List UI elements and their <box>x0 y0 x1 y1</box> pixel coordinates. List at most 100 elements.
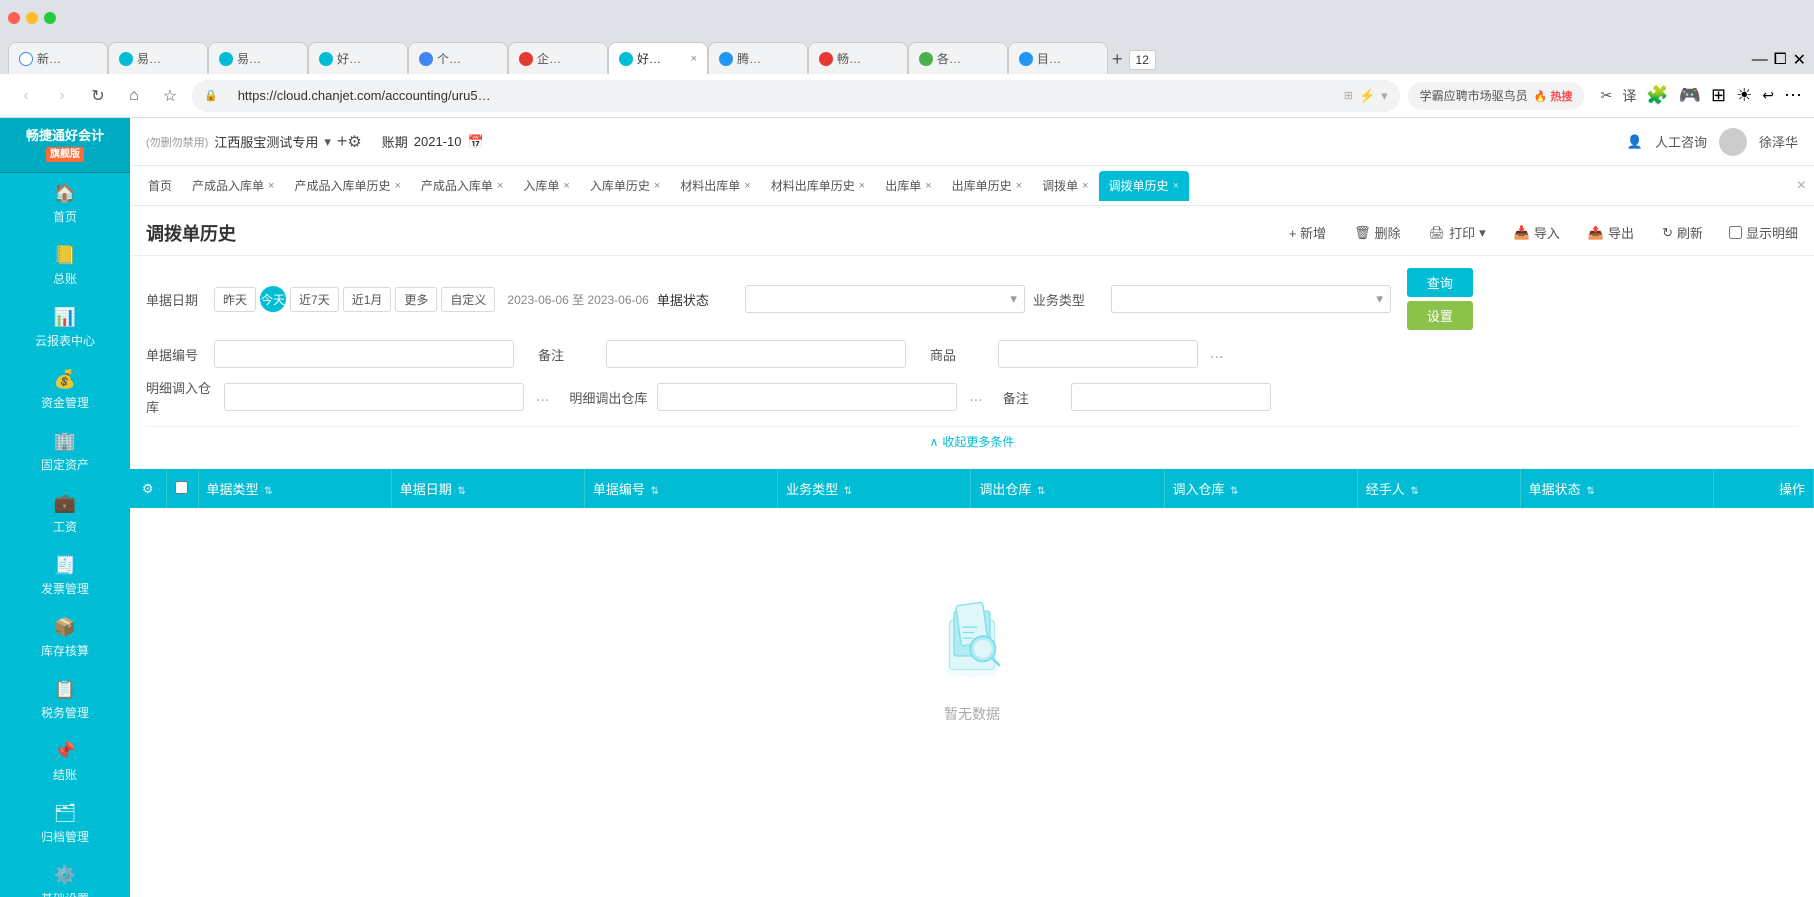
out-warehouse-dots[interactable]: ... <box>969 388 982 406</box>
th-doc-date[interactable]: 单据日期 ⇅ <box>391 469 584 508</box>
tab-count[interactable]: 12 <box>1129 50 1156 70</box>
browser-tab-11[interactable]: 目… <box>1008 42 1108 74</box>
page-tab-9[interactable]: 出库单历史 × <box>942 171 1032 201</box>
back-btn[interactable]: ‹ <box>12 82 40 110</box>
page-tab-8[interactable]: 出库单 × <box>875 171 941 201</box>
browser-tab-8[interactable]: 腾… <box>708 42 808 74</box>
page-tab-5[interactable]: 入库单历史 × <box>580 171 670 201</box>
grid-view-btn[interactable]: ⊞ <box>1711 85 1726 106</box>
browser-tab-6[interactable]: 企… <box>508 42 608 74</box>
add-company-btn[interactable]: + <box>337 131 348 152</box>
extensions-btn[interactable]: 🧩 <box>1646 85 1668 106</box>
sidebar-item-finance[interactable]: 💰 资金管理 <box>0 359 130 421</box>
more-btn[interactable]: ⋯ <box>1784 85 1802 106</box>
browser-tab-2[interactable]: 易… <box>108 42 208 74</box>
scissors-btn[interactable]: ✂ <box>1600 87 1612 104</box>
address-input[interactable] <box>224 81 1338 111</box>
sidebar-item-salary[interactable]: 💼 工资 <box>0 483 130 545</box>
date-1month-btn[interactable]: 近1月 <box>343 287 392 312</box>
browser-tab-1[interactable]: 新… <box>8 42 108 74</box>
win-restore[interactable]: ⧠ <box>1774 51 1787 69</box>
page-tab-2-close[interactable]: × <box>394 180 400 192</box>
undo-btn[interactable]: ↩ <box>1762 87 1774 104</box>
browser-tab-7[interactable]: 好… × <box>608 42 708 74</box>
status-select[interactable] <box>745 285 1025 313</box>
maximize-btn[interactable] <box>44 12 56 24</box>
sidebar-item-home[interactable]: 🏠 首页 <box>0 173 130 235</box>
win-close[interactable]: ✕ <box>1793 50 1806 70</box>
in-warehouse-dots[interactable]: ... <box>536 388 549 406</box>
print-btn[interactable]: 🖨 打印 ▾ <box>1419 218 1496 247</box>
th-in-warehouse[interactable]: 调入仓库 ⇅ <box>1164 469 1357 508</box>
page-tab-8-close[interactable]: × <box>925 180 931 192</box>
page-tab-4[interactable]: 入库单 × <box>513 171 579 201</box>
th-doc-no[interactable]: 单据编号 ⇅ <box>584 469 777 508</box>
page-tab-10-close[interactable]: × <box>1082 180 1088 192</box>
browser-search-box[interactable]: 学霸应聘市场驱鸟员 🔥 热搜 <box>1408 82 1585 110</box>
page-tab-1-close[interactable]: × <box>268 180 274 192</box>
bookmark-btn[interactable]: ☆ <box>156 82 184 110</box>
th-out-warehouse[interactable]: 调出仓库 ⇅ <box>971 469 1164 508</box>
show-fields-checkbox[interactable] <box>1729 226 1742 239</box>
support-label[interactable]: 人工咨询 <box>1655 132 1707 151</box>
page-tab-5-close[interactable]: × <box>654 180 660 192</box>
refresh-btn[interactable]: ↻ 刷新 <box>1652 218 1713 247</box>
goods-input[interactable] <box>998 340 1198 368</box>
page-tab-3[interactable]: 产成品入库单 × <box>411 171 513 201</box>
browser-tab-9[interactable]: 畅… <box>808 42 908 74</box>
sidebar-item-reports[interactable]: 📊 云报表中心 <box>0 297 130 359</box>
page-tab-7-close[interactable]: × <box>859 180 865 192</box>
sidebar-item-archive[interactable]: 🗂 归档管理 <box>0 793 130 855</box>
calendar-icon[interactable]: 📅 <box>467 134 483 150</box>
address-bar-wrap[interactable]: 🔒 ⊞ ⚡ ▾ <box>192 80 1400 112</box>
th-handler[interactable]: 经手人 ⇅ <box>1357 469 1520 508</box>
sidebar-item-closing[interactable]: 📌 结账 <box>0 731 130 793</box>
th-doc-type[interactable]: 单据类型 ⇅ <box>198 469 391 508</box>
page-tab-4-close[interactable]: × <box>563 180 569 192</box>
sidebar-item-invoice[interactable]: 🧾 发票管理 <box>0 545 130 607</box>
sidebar-item-tax[interactable]: 📋 税务管理 <box>0 669 130 731</box>
setting-btn[interactable]: 设置 <box>1407 301 1473 330</box>
import-btn[interactable]: 📥 导入 <box>1504 218 1570 247</box>
docno-input[interactable] <box>214 340 514 368</box>
translate-btn[interactable]: 译 <box>1622 86 1636 106</box>
query-btn[interactable]: 查询 <box>1407 268 1473 297</box>
remark2-input[interactable] <box>1071 383 1271 411</box>
export-btn[interactable]: 📤 导出 <box>1578 218 1644 247</box>
win-minimize[interactable]: — <box>1752 51 1768 69</box>
minimize-btn[interactable] <box>26 12 38 24</box>
page-tab-6-close[interactable]: × <box>744 180 750 192</box>
date-7days-btn[interactable]: 近7天 <box>290 287 339 312</box>
close-btn[interactable] <box>8 12 20 24</box>
sidebar-item-settings[interactable]: ⚙️ 基础设置 <box>0 855 130 897</box>
th-doc-status[interactable]: 单据状态 ⇅ <box>1520 469 1713 508</box>
forward-btn[interactable]: › <box>48 82 76 110</box>
new-btn[interactable]: + 新增 <box>1279 218 1336 247</box>
home-btn[interactable]: ⌂ <box>120 82 148 110</box>
page-tab-10[interactable]: 调拨单 × <box>1032 171 1098 201</box>
close-all-tabs-btn[interactable]: × <box>1797 177 1806 195</box>
date-custom-btn[interactable]: 自定义 <box>441 287 495 312</box>
sidebar-item-ledger[interactable]: 📒 总账 <box>0 235 130 297</box>
browser-tab-3[interactable]: 易… <box>208 42 308 74</box>
browser-tab-10[interactable]: 各… <box>908 42 1008 74</box>
sun-btn[interactable]: ☀ <box>1736 85 1752 106</box>
company-settings-btn[interactable]: ⚙ <box>347 132 361 152</box>
type-select-wrap[interactable] <box>1111 285 1391 313</box>
page-tab-home[interactable]: 首页 <box>138 171 182 201</box>
date-today-btn[interactable]: 今天 <box>260 286 286 312</box>
browser-tab-4[interactable]: 好… <box>308 42 408 74</box>
page-tab-7[interactable]: 材料出库单历史 × <box>761 171 875 201</box>
date-yesterday-btn[interactable]: 昨天 <box>214 287 256 312</box>
browser-tab-5[interactable]: 个… <box>408 42 508 74</box>
page-tab-11-close[interactable]: × <box>1173 180 1179 192</box>
company-selector[interactable]: (勿删勿禁用) 江西服宝测试专用 ▾ <box>146 132 331 151</box>
new-tab-btn[interactable]: + <box>1112 49 1123 70</box>
date-more-btn[interactable]: 更多 <box>395 287 437 312</box>
page-tab-6[interactable]: 材料出库单 × <box>670 171 760 201</box>
type-select[interactable] <box>1111 285 1391 313</box>
tab-close-7[interactable]: × <box>691 53 697 65</box>
th-biz-type[interactable]: 业务类型 ⇅ <box>778 469 971 508</box>
status-select-wrap[interactable] <box>745 285 1025 313</box>
remark-input[interactable] <box>606 340 906 368</box>
